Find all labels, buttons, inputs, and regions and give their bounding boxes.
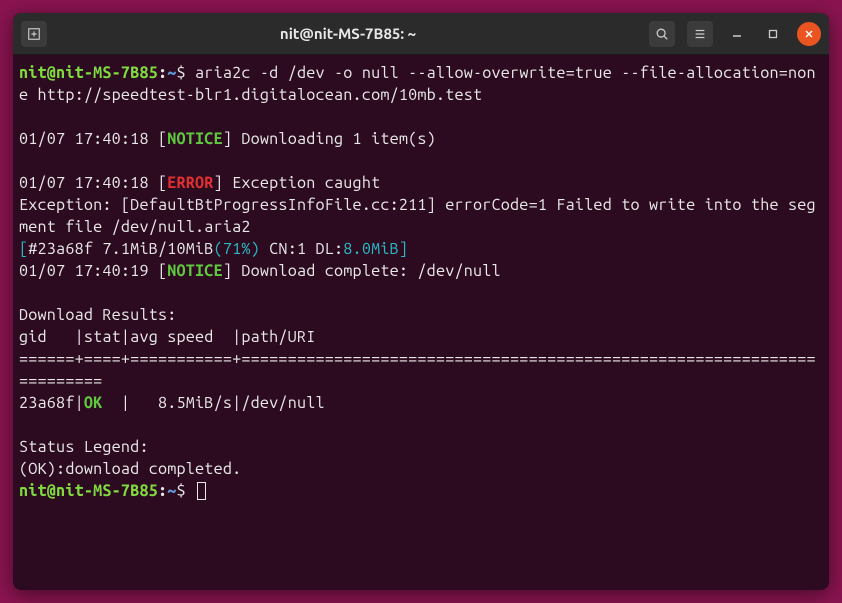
notice-label: NOTICE: [167, 262, 223, 280]
output-line: ] Downloading 1 item(s): [223, 130, 436, 148]
output-line: Exception: [DefaultBtProgressInfoFile.cc…: [19, 196, 816, 236]
prompt-user: nit@nit-MS-7B85: [19, 482, 158, 500]
terminal-window: nit@nit-MS-7B85: ~ nit@nit-MS-7B85:~$ ar…: [13, 13, 829, 590]
progress-percent: (71%): [214, 240, 260, 258]
terminal-body[interactable]: nit@nit-MS-7B85:~$ aria2c -d /dev -o nul…: [13, 55, 829, 509]
close-button[interactable]: [797, 22, 821, 46]
prompt-colon: :: [158, 482, 167, 500]
prompt-path: ~: [167, 64, 176, 82]
output-line: 01/07 17:40:18 [: [19, 174, 167, 192]
progress-text: #23a68f 7.1MiB/10MiB: [28, 240, 213, 258]
status-ok: OK: [84, 394, 103, 412]
titlebar: nit@nit-MS-7B85: ~: [13, 13, 829, 55]
progress-dl: 8.0MiB: [343, 240, 399, 258]
prompt-colon: :: [158, 64, 167, 82]
prompt-path: ~: [167, 482, 176, 500]
table-row: 23a68f|: [19, 394, 84, 412]
window-title: nit@nit-MS-7B85: ~: [47, 25, 649, 42]
results-header: Download Results:: [19, 306, 177, 324]
new-tab-button[interactable]: [21, 21, 47, 47]
prompt-dollar: $: [177, 482, 186, 500]
progress-bracket-close: ]: [399, 240, 408, 258]
output-line: 01/07 17:40:18 [: [19, 130, 167, 148]
prompt-user: nit@nit-MS-7B85: [19, 64, 158, 82]
notice-label: NOTICE: [167, 130, 223, 148]
table-header: gid |stat|avg speed |path/URI: [19, 328, 315, 346]
maximize-button[interactable]: [761, 22, 785, 46]
minimize-button[interactable]: [725, 22, 749, 46]
prompt-dollar: $: [177, 64, 186, 82]
progress-bracket-open: [: [19, 240, 28, 258]
status-legend: Status Legend:: [19, 438, 149, 456]
progress-conn: CN:1 DL:: [260, 240, 343, 258]
table-row: | 8.5MiB/s|/dev/null: [102, 394, 324, 412]
table-sep: ======+====+===========+================…: [19, 350, 816, 390]
output-line: ] Exception caught: [214, 174, 381, 192]
status-legend-ok: (OK):download completed.: [19, 460, 241, 478]
output-line: ] Download complete: /dev/null: [223, 262, 501, 280]
output-line: 01/07 17:40:19 [: [19, 262, 167, 280]
menu-button[interactable]: [687, 21, 713, 47]
cursor: [197, 482, 206, 500]
search-button[interactable]: [649, 21, 675, 47]
error-label: ERROR: [167, 174, 213, 192]
